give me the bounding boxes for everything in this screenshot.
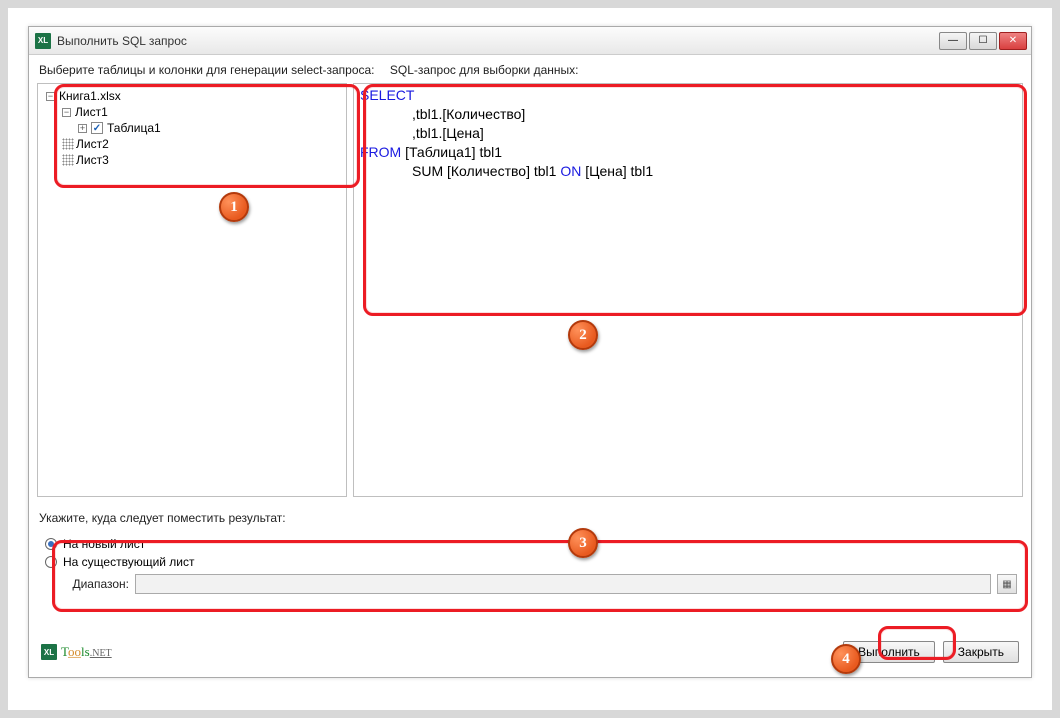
radio-new-sheet-row[interactable]: На новый лист: [43, 535, 1017, 553]
output-section-label: Укажите, куда следует поместить результа…: [39, 511, 1023, 525]
tree-dotted-icon: [62, 154, 74, 166]
radio-new-sheet[interactable]: [45, 538, 57, 550]
collapse-icon[interactable]: −: [46, 92, 55, 101]
window-close-button[interactable]: ✕: [999, 32, 1027, 50]
tree-table1[interactable]: + Таблица1: [46, 120, 340, 136]
minimize-button[interactable]: —: [939, 32, 967, 50]
execute-button[interactable]: Выполнить: [843, 641, 935, 663]
tree-dotted-icon: [62, 138, 74, 150]
output-options: На новый лист На существующий лист Диапа…: [37, 529, 1023, 603]
radio-existing-sheet[interactable]: [45, 556, 57, 568]
tree-sheet1[interactable]: − Лист1: [46, 104, 340, 120]
page-frame: XL Выполнить SQL запрос — ☐ ✕ Выберите т…: [0, 0, 1060, 718]
sql-text: [Цена] tbl1: [581, 163, 653, 179]
sql-text: SUM [Количество] tbl1: [412, 163, 560, 179]
sql-text: ,tbl1.[Количество]: [412, 106, 525, 122]
collapse-icon[interactable]: −: [62, 108, 71, 117]
sql-query-label: SQL-запрос для выборки данных:: [390, 63, 579, 77]
titlebar[interactable]: XL Выполнить SQL запрос — ☐ ✕: [29, 27, 1031, 55]
sql-keyword-on: ON: [560, 163, 581, 179]
sql-editor[interactable]: SELECT ,tbl1.[Количество] ,tbl1.[Цена] F…: [353, 83, 1023, 497]
tree-checkbox[interactable]: [91, 122, 103, 134]
tree-pane[interactable]: − Книга1.xlsx − Лист1 + Таблица1: [37, 83, 347, 497]
tree-label: Лист1: [75, 105, 108, 119]
radio-existing-label: На существующий лист: [63, 555, 195, 569]
header-labels: Выберите таблицы и колонки для генерации…: [37, 63, 1023, 77]
content-area: Выберите таблицы и колонки для генерации…: [37, 63, 1023, 669]
tree-label: Лист3: [76, 153, 109, 167]
xltools-logo[interactable]: XL To̲o̲ls.NET: [37, 644, 112, 660]
expand-icon[interactable]: +: [78, 124, 87, 133]
select-tables-label: Выберите таблицы и колонки для генерации…: [39, 63, 375, 77]
sql-text: [Таблица1] tbl1: [401, 144, 502, 160]
dialog-window: XL Выполнить SQL запрос — ☐ ✕ Выберите т…: [28, 26, 1032, 678]
logo-text: To̲o̲ls.NET: [61, 644, 112, 660]
maximize-button[interactable]: ☐: [969, 32, 997, 50]
tree-label: Таблица1: [107, 121, 161, 135]
radio-new-sheet-label: На новый лист: [63, 537, 145, 551]
tree-root-item[interactable]: − Книга1.xlsx: [46, 88, 340, 104]
bottom-bar: XL To̲o̲ls.NET Выполнить Закрыть: [37, 635, 1023, 669]
tree-sheet3[interactable]: Лист3: [46, 152, 340, 168]
tree-label: Лист2: [76, 137, 109, 151]
tree-label: Книга1.xlsx: [59, 89, 121, 103]
app-icon: XL: [35, 33, 51, 49]
tree-sheet2[interactable]: Лист2: [46, 136, 340, 152]
sql-text: ,tbl1.[Цена]: [412, 125, 484, 141]
radio-existing-row[interactable]: На существующий лист: [43, 553, 1017, 571]
window-title: Выполнить SQL запрос: [57, 34, 939, 48]
sql-keyword-from: FROM: [360, 144, 401, 160]
close-button[interactable]: Закрыть: [943, 641, 1019, 663]
range-picker-button[interactable]: ▦: [997, 574, 1017, 594]
logo-icon: XL: [41, 644, 57, 660]
sql-keyword-select: SELECT: [360, 87, 414, 103]
range-input[interactable]: [135, 574, 991, 594]
range-label: Диапазон:: [61, 577, 129, 591]
